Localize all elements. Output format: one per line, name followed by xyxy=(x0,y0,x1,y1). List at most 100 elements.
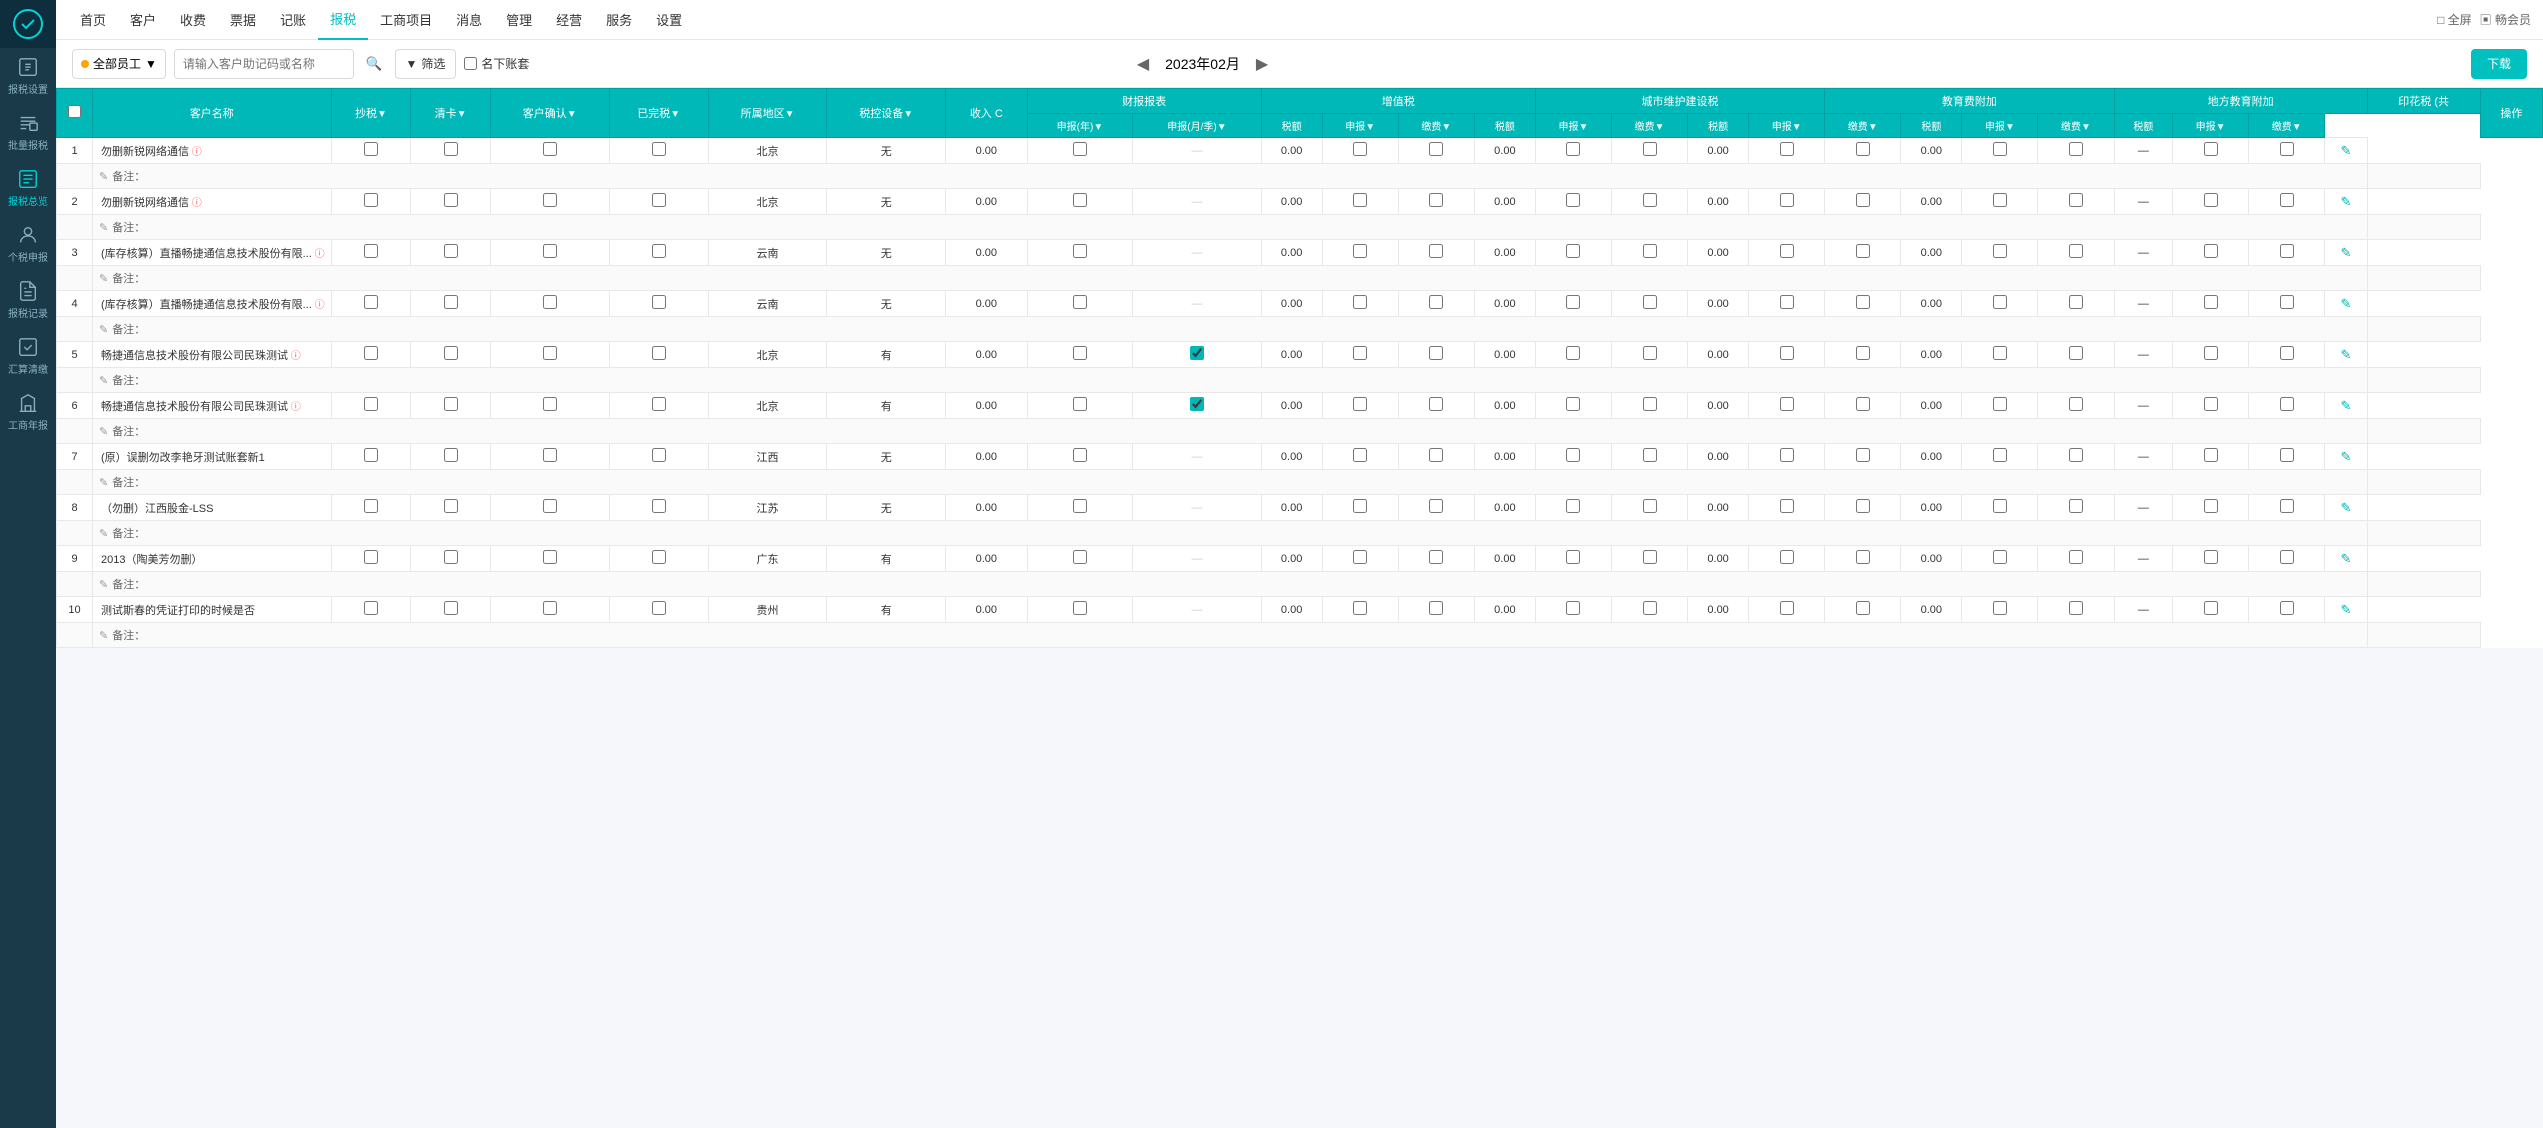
row-queren[interactable] xyxy=(490,495,609,521)
row-df-shenbao[interactable] xyxy=(1962,444,2038,470)
row-caibao-month[interactable]: — xyxy=(1133,495,1261,521)
row-cs-shenbao[interactable] xyxy=(1535,240,1611,266)
row-yh-shenbao[interactable] xyxy=(2173,597,2249,623)
row-jy-jiaofei[interactable] xyxy=(1825,495,1901,521)
row-zz-shenbao[interactable] xyxy=(1322,189,1398,215)
prev-month-button[interactable]: ◀ xyxy=(1133,50,1153,78)
nav-tax[interactable]: 报税 xyxy=(318,0,368,40)
row-caibao-month[interactable]: — xyxy=(1133,444,1261,470)
row-caibao-month[interactable]: — xyxy=(1133,546,1261,572)
row-action[interactable]: ✎ xyxy=(2325,342,2367,368)
edit-icon[interactable]: ✎ xyxy=(2341,602,2352,617)
row-yh-shenbao[interactable] xyxy=(2173,546,2249,572)
edit-icon[interactable]: ✎ xyxy=(2341,194,2352,209)
nav-bookkeep[interactable]: 记账 xyxy=(268,0,318,40)
row-zz-shenbao[interactable] xyxy=(1322,597,1398,623)
employee-selector[interactable]: 全部员工 ▼ xyxy=(72,49,166,79)
row-df-jiaofei[interactable] xyxy=(2038,444,2114,470)
row-zz-jiaofei[interactable] xyxy=(1398,189,1474,215)
row-jy-jiaofei[interactable] xyxy=(1825,393,1901,419)
tax-table-area[interactable]: 客户名称 抄税▼ 清卡▼ 客户确认▼ 已完税▼ 所属地区▼ 税控设备▼ 收入 C… xyxy=(56,88,2543,1128)
row-jy-shenbao[interactable] xyxy=(1749,342,1825,368)
row-cs-jiaofei[interactable] xyxy=(1611,240,1687,266)
nav-finance[interactable]: 经营 xyxy=(544,0,594,40)
row-zz-jiaofei[interactable] xyxy=(1398,393,1474,419)
row-qingka[interactable] xyxy=(411,138,491,164)
sidebar-item-geshuishenbao[interactable]: 个税申报 xyxy=(0,216,56,272)
row-caibao-month[interactable] xyxy=(1133,393,1261,419)
row-caibao-month[interactable]: — xyxy=(1133,138,1261,164)
row-caibao-year[interactable] xyxy=(1027,393,1133,419)
row-action[interactable]: ✎ xyxy=(2325,495,2367,521)
row-zz-jiaofei[interactable] xyxy=(1398,546,1474,572)
row-cs-jiaofei[interactable] xyxy=(1611,495,1687,521)
row-cs-jiaofei[interactable] xyxy=(1611,189,1687,215)
sidebar-item-huisuanqingjiao[interactable]: 汇算清缴 xyxy=(0,328,56,384)
fullscreen-btn[interactable]: □ 全屏 xyxy=(2437,11,2472,28)
row-cs-shenbao[interactable] xyxy=(1535,546,1611,572)
row-wanshuei[interactable] xyxy=(609,138,708,164)
edit-icon[interactable]: ✎ xyxy=(2341,245,2352,260)
nav-home[interactable]: 首页 xyxy=(68,0,118,40)
row-queren[interactable] xyxy=(490,444,609,470)
row-qingka[interactable] xyxy=(411,393,491,419)
row-jy-jiaofei[interactable] xyxy=(1825,444,1901,470)
row-wanshuei[interactable] xyxy=(609,495,708,521)
nav-message[interactable]: 消息 xyxy=(444,0,494,40)
row-yh-jiaofei[interactable] xyxy=(2249,189,2325,215)
row-caibao-month[interactable]: — xyxy=(1133,189,1261,215)
row-jy-shenbao[interactable] xyxy=(1749,240,1825,266)
sidebar-item-baoshuishezhi[interactable]: 报税设置 xyxy=(0,48,56,104)
row-wanshuei[interactable] xyxy=(609,597,708,623)
row-wanshuei[interactable] xyxy=(609,189,708,215)
row-cs-shenbao[interactable] xyxy=(1535,597,1611,623)
row-yh-jiaofei[interactable] xyxy=(2249,546,2325,572)
row-df-shenbao[interactable] xyxy=(1962,291,2038,317)
row-wanshuei[interactable] xyxy=(609,393,708,419)
row-chaoshui[interactable] xyxy=(331,291,411,317)
mingxia-checkbox[interactable] xyxy=(464,57,477,70)
row-df-shenbao[interactable] xyxy=(1962,189,2038,215)
row-yh-jiaofei[interactable] xyxy=(2249,138,2325,164)
row-cs-jiaofei[interactable] xyxy=(1611,444,1687,470)
row-yh-jiaofei[interactable] xyxy=(2249,393,2325,419)
row-wanshuei[interactable] xyxy=(609,342,708,368)
row-zz-shenbao[interactable] xyxy=(1322,495,1398,521)
vip-btn[interactable]: ▣ 畅会员 xyxy=(2480,11,2531,28)
row-qingka[interactable] xyxy=(411,189,491,215)
row-df-shenbao[interactable] xyxy=(1962,546,2038,572)
row-chaoshui[interactable] xyxy=(331,495,411,521)
row-zz-jiaofei[interactable] xyxy=(1398,342,1474,368)
row-jy-shenbao[interactable] xyxy=(1749,393,1825,419)
row-jy-shenbao[interactable] xyxy=(1749,495,1825,521)
row-cs-shenbao[interactable] xyxy=(1535,189,1611,215)
row-chaoshui[interactable] xyxy=(331,444,411,470)
row-caibao-year[interactable] xyxy=(1027,546,1133,572)
row-df-shenbao[interactable] xyxy=(1962,240,2038,266)
row-zz-shenbao[interactable] xyxy=(1322,240,1398,266)
row-wanshuei[interactable] xyxy=(609,444,708,470)
row-queren[interactable] xyxy=(490,291,609,317)
row-cs-jiaofei[interactable] xyxy=(1611,291,1687,317)
row-cs-jiaofei[interactable] xyxy=(1611,546,1687,572)
row-df-shenbao[interactable] xyxy=(1962,495,2038,521)
search-input[interactable] xyxy=(174,49,354,79)
row-yh-jiaofei[interactable] xyxy=(2249,495,2325,521)
row-caibao-year[interactable] xyxy=(1027,189,1133,215)
row-qingka[interactable] xyxy=(411,240,491,266)
row-df-jiaofei[interactable] xyxy=(2038,240,2114,266)
row-cs-jiaofei[interactable] xyxy=(1611,597,1687,623)
row-action[interactable]: ✎ xyxy=(2325,291,2367,317)
row-yh-jiaofei[interactable] xyxy=(2249,444,2325,470)
row-cs-jiaofei[interactable] xyxy=(1611,393,1687,419)
row-jy-shenbao[interactable] xyxy=(1749,444,1825,470)
row-jy-shenbao[interactable] xyxy=(1749,546,1825,572)
row-wanshuei[interactable] xyxy=(609,291,708,317)
row-action[interactable]: ✎ xyxy=(2325,444,2367,470)
row-yh-shenbao[interactable] xyxy=(2173,342,2249,368)
edit-icon[interactable]: ✎ xyxy=(2341,449,2352,464)
row-queren[interactable] xyxy=(490,597,609,623)
row-caibao-year[interactable] xyxy=(1027,495,1133,521)
row-queren[interactable] xyxy=(490,138,609,164)
nav-industry[interactable]: 工商项目 xyxy=(368,0,444,40)
